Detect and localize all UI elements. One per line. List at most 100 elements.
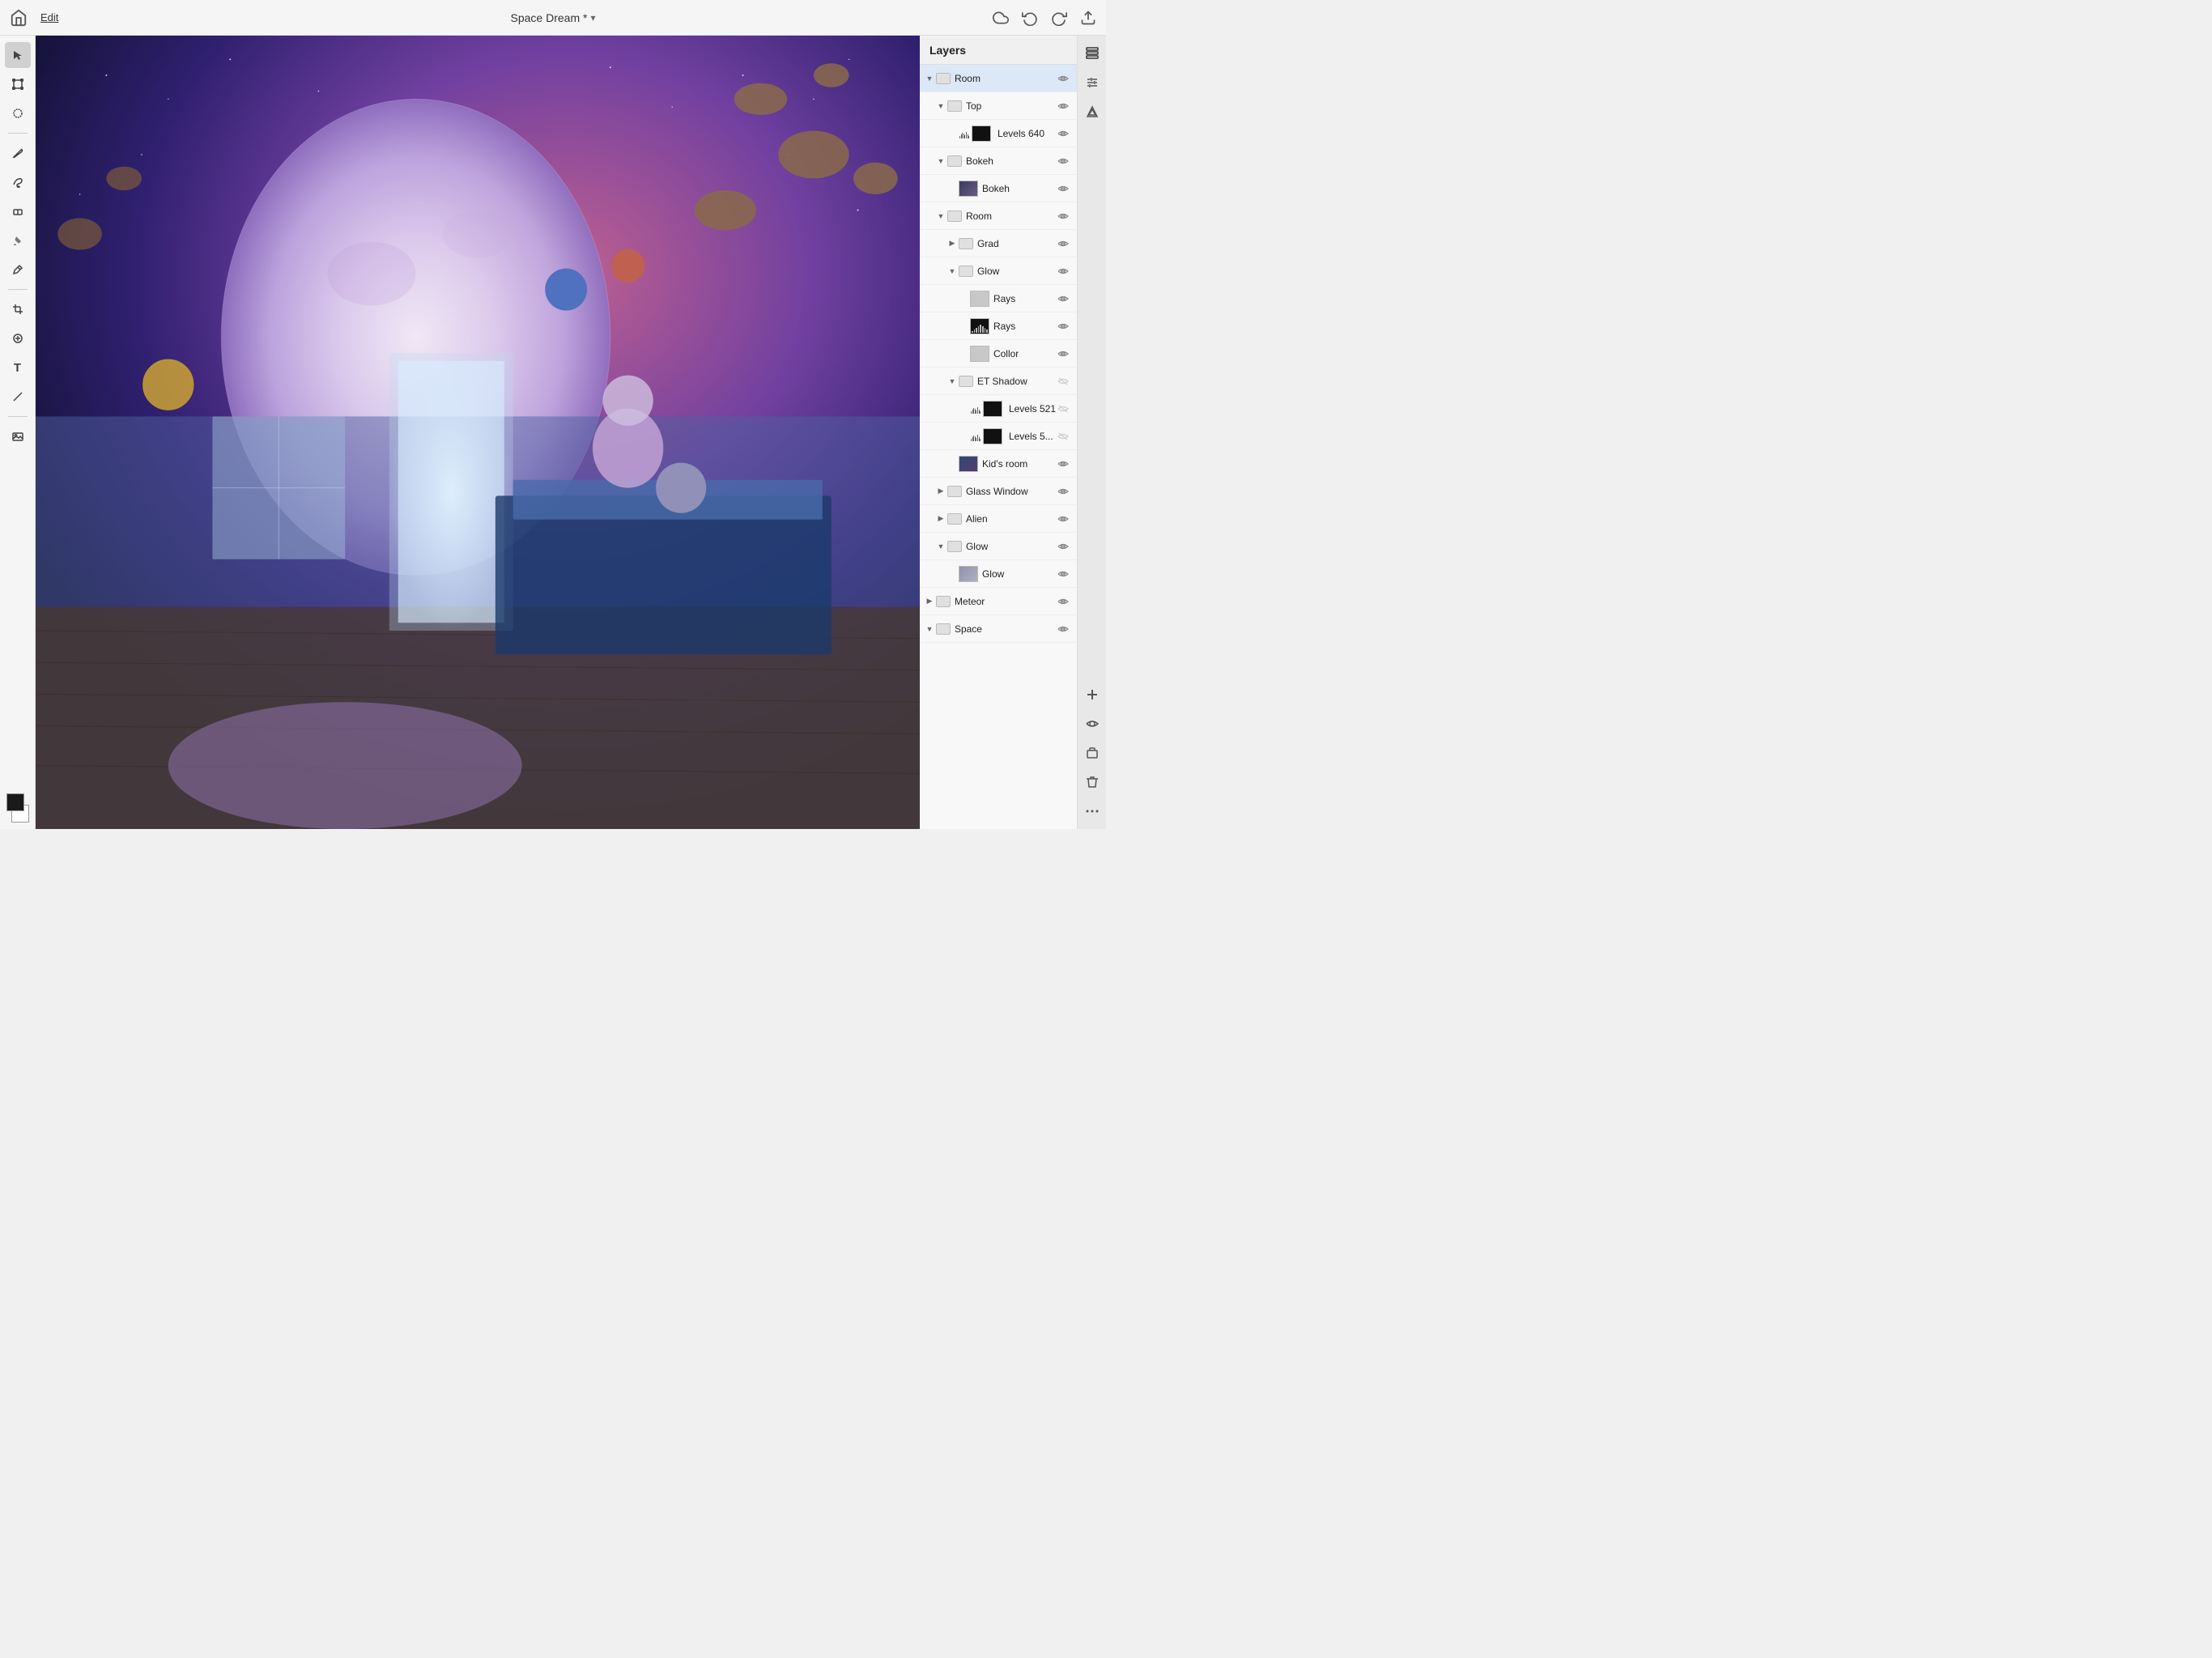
- layer-name-21: Space: [955, 623, 1056, 635]
- image-tool[interactable]: [5, 423, 31, 449]
- more-options-icon[interactable]: [1081, 800, 1104, 823]
- layer-item-13[interactable]: Levels 521: [920, 395, 1077, 423]
- delete-layer-icon[interactable]: [1081, 771, 1104, 793]
- filter-panel-icon[interactable]: [1081, 100, 1104, 123]
- layer-eye-15[interactable]: [1056, 457, 1070, 471]
- layers-title: Layers: [929, 44, 966, 57]
- edit-menu[interactable]: Edit: [40, 11, 58, 23]
- layer-eye-8[interactable]: [1056, 264, 1070, 278]
- layer-item-6[interactable]: ▼Room: [920, 202, 1077, 230]
- layer-eye-1[interactable]: [1056, 71, 1070, 86]
- brush-tool[interactable]: [5, 140, 31, 166]
- home-icon[interactable]: [10, 9, 28, 27]
- transform-tool[interactable]: [5, 71, 31, 97]
- layer-eye-13[interactable]: [1056, 402, 1070, 416]
- heal-tool[interactable]: [5, 325, 31, 351]
- layer-item-18[interactable]: ▼Glow: [920, 533, 1077, 560]
- layer-arrow-2[interactable]: ▼: [934, 100, 947, 113]
- layer-eye-16[interactable]: [1056, 484, 1070, 499]
- add-layer-icon[interactable]: [1081, 683, 1104, 706]
- layer-arrow-4[interactable]: ▼: [934, 155, 947, 168]
- layer-item-2[interactable]: ▼Top: [920, 92, 1077, 120]
- layer-item-16[interactable]: ▶Glass Window: [920, 478, 1077, 505]
- layer-arrow-14[interactable]: [957, 430, 970, 443]
- layer-eye-4[interactable]: [1056, 154, 1070, 168]
- layer-thumb-15: [959, 456, 978, 472]
- layer-item-17[interactable]: ▶Alien: [920, 505, 1077, 533]
- layer-item-21[interactable]: ▼ Space: [920, 615, 1077, 643]
- undo-icon[interactable]: [1022, 10, 1038, 26]
- layer-arrow-17[interactable]: ▶: [934, 512, 947, 525]
- layer-eye-18[interactable]: [1056, 539, 1070, 554]
- layer-arrow-10[interactable]: [957, 320, 970, 333]
- layer-arrow-12[interactable]: ▼: [946, 375, 959, 388]
- layers-list[interactable]: ▼Room▼TopLevels 640▼BokehBokeh▼Room▶Grad…: [920, 65, 1077, 829]
- layer-arrow-20[interactable]: ▶: [923, 595, 936, 608]
- layer-item-19[interactable]: Glow: [920, 560, 1077, 588]
- layer-item-15[interactable]: Kid's room: [920, 450, 1077, 478]
- layer-eye-17[interactable]: [1056, 512, 1070, 526]
- adjustments-panel-icon[interactable]: [1081, 71, 1104, 94]
- layer-eye-6[interactable]: [1056, 209, 1070, 223]
- layer-arrow-13[interactable]: [957, 402, 970, 415]
- color-swatches[interactable]: [5, 793, 31, 823]
- eyedropper-tool[interactable]: [5, 257, 31, 283]
- layer-eye-14[interactable]: [1056, 429, 1070, 444]
- layer-eye-10[interactable]: [1056, 319, 1070, 334]
- visibility-icon[interactable]: [1081, 712, 1104, 735]
- layer-eye-12[interactable]: [1056, 374, 1070, 389]
- layer-arrow-6[interactable]: ▼: [934, 210, 947, 223]
- layer-arrow-5[interactable]: [946, 182, 959, 195]
- layer-arrow-3[interactable]: [946, 127, 959, 140]
- layer-item-9[interactable]: Rays: [920, 285, 1077, 312]
- layer-arrow-18[interactable]: ▼: [934, 540, 947, 553]
- layer-folder-icon-20: [936, 596, 951, 607]
- layer-arrow-19[interactable]: [946, 568, 959, 580]
- layer-eye-11[interactable]: [1056, 346, 1070, 361]
- layer-arrow-8[interactable]: ▼: [946, 265, 959, 278]
- layer-item-8[interactable]: ▼Glow: [920, 257, 1077, 285]
- layer-eye-7[interactable]: [1056, 236, 1070, 251]
- layer-arrow-11[interactable]: [957, 347, 970, 360]
- paint-tool[interactable]: [5, 169, 31, 195]
- layer-item-10[interactable]: Rays: [920, 312, 1077, 340]
- layer-eye-3[interactable]: [1056, 126, 1070, 141]
- text-tool[interactable]: T: [5, 355, 31, 380]
- layer-item-4[interactable]: ▼Bokeh: [920, 147, 1077, 175]
- redo-icon[interactable]: [1051, 10, 1067, 26]
- cloud-icon[interactable]: [993, 10, 1009, 26]
- shape-tool[interactable]: [5, 384, 31, 410]
- layer-item-11[interactable]: Collor: [920, 340, 1077, 368]
- layer-item-7[interactable]: ▶Grad: [920, 230, 1077, 257]
- layer-item-3[interactable]: Levels 640: [920, 120, 1077, 147]
- layer-item-5[interactable]: Bokeh: [920, 175, 1077, 202]
- fill-tool[interactable]: [5, 227, 31, 253]
- crop-tool[interactable]: [5, 296, 31, 322]
- foreground-color-swatch[interactable]: [6, 793, 24, 811]
- layer-arrow-15[interactable]: [946, 457, 959, 470]
- select-tool[interactable]: [5, 42, 31, 68]
- layer-arrow-16[interactable]: ▶: [934, 485, 947, 498]
- eraser-tool[interactable]: [5, 198, 31, 224]
- layer-item-12[interactable]: ▼ET Shadow: [920, 368, 1077, 395]
- layer-arrow-21[interactable]: ▼: [923, 623, 936, 636]
- layer-eye-5[interactable]: [1056, 181, 1070, 196]
- layer-arrow-7[interactable]: ▶: [946, 237, 959, 250]
- layer-arrow-1[interactable]: ▼: [923, 72, 936, 85]
- layer-item-20[interactable]: ▶Meteor: [920, 588, 1077, 615]
- layer-item-14[interactable]: Levels 5...: [920, 423, 1077, 450]
- layer-thumb-13: [983, 401, 1002, 417]
- layer-eye-2[interactable]: [1056, 99, 1070, 113]
- group-icon[interactable]: [1081, 742, 1104, 764]
- layer-arrow-9[interactable]: [957, 292, 970, 305]
- layer-eye-20[interactable]: [1056, 594, 1070, 609]
- export-icon[interactable]: [1080, 10, 1096, 26]
- layer-eye-19[interactable]: [1056, 567, 1070, 581]
- layer-folder-icon-6: [947, 210, 962, 222]
- lasso-tool[interactable]: [5, 100, 31, 126]
- layers-panel-icon[interactable]: [1081, 42, 1104, 65]
- layer-item-1[interactable]: ▼Room: [920, 65, 1077, 92]
- layer-eye-21[interactable]: [1056, 622, 1070, 636]
- layer-name-15: Kid's room: [982, 458, 1056, 470]
- layer-eye-9[interactable]: [1056, 291, 1070, 306]
